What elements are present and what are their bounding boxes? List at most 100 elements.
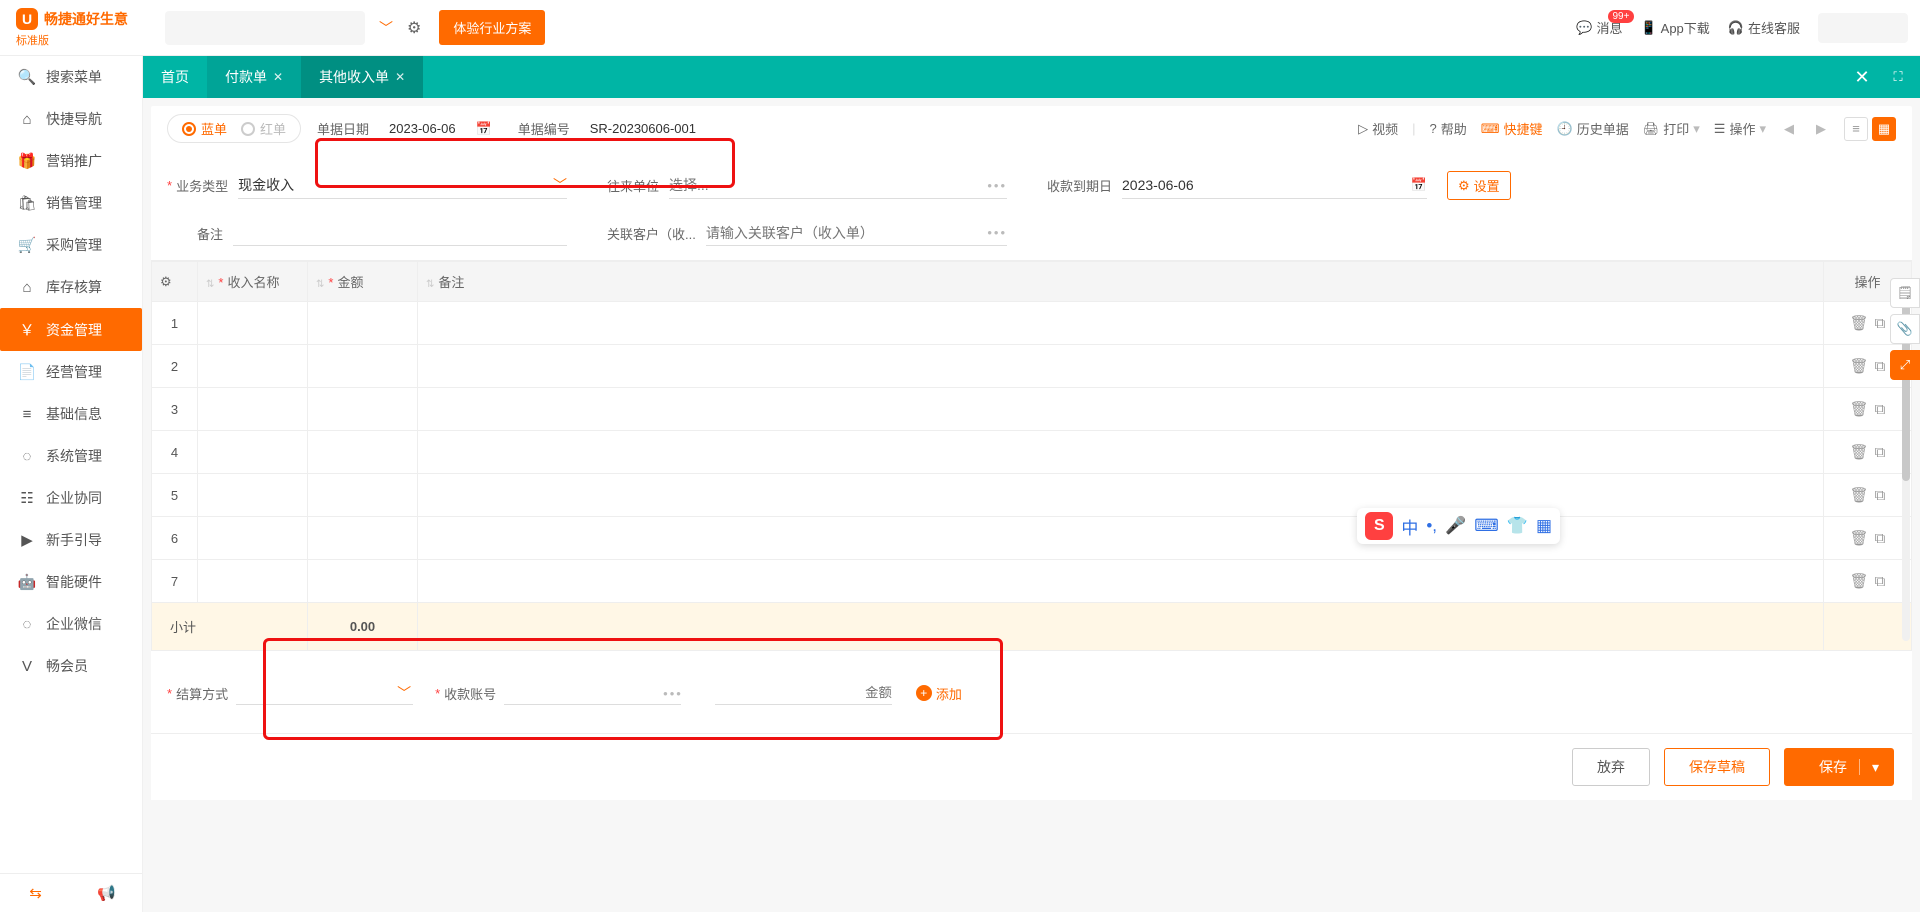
cell-amount[interactable]: [308, 345, 418, 388]
rel-customer-input[interactable]: [706, 225, 988, 241]
sidebar-item-12[interactable]: 🤖智能硬件: [0, 561, 142, 603]
shortcut-link[interactable]: ⌨快捷键: [1481, 119, 1543, 138]
cell-name[interactable]: [198, 517, 308, 560]
calendar-icon[interactable]: 📅: [476, 121, 492, 137]
copy-row-icon[interactable]: ⧉: [1875, 487, 1886, 504]
cell-remark[interactable]: [418, 345, 1824, 388]
copy-row-icon[interactable]: ⧉: [1875, 530, 1886, 547]
settle-amount-input[interactable]: [715, 681, 892, 705]
sort-icon[interactable]: ⇅: [206, 279, 214, 290]
copy-row-icon[interactable]: ⧉: [1875, 401, 1886, 418]
cell-remark[interactable]: [418, 560, 1824, 603]
remark-input[interactable]: [233, 225, 567, 241]
gear-icon[interactable]: ⚙: [407, 18, 421, 38]
sidebar-item-7[interactable]: 📄经营管理: [0, 351, 142, 393]
delete-row-icon[interactable]: 🗑: [1850, 530, 1869, 547]
cell-amount[interactable]: [308, 560, 418, 603]
more-icon[interactable]: •••: [987, 178, 1007, 193]
add-settlement-button[interactable]: + 添加: [916, 684, 962, 703]
sidebar-item-1[interactable]: ⌂快捷导航: [0, 98, 142, 140]
copy-row-icon[interactable]: ⧉: [1875, 444, 1886, 461]
delete-row-icon[interactable]: 🗑: [1850, 573, 1869, 590]
prev-icon[interactable]: ◀: [1780, 121, 1798, 137]
cell-remark[interactable]: [418, 431, 1824, 474]
help-link[interactable]: ?帮助: [1430, 119, 1467, 138]
table-row[interactable]: 6🗑⧉: [152, 517, 1912, 560]
ime-lang[interactable]: 中: [1401, 514, 1418, 539]
copy-row-icon[interactable]: ⧉: [1875, 315, 1886, 332]
due-date-input[interactable]: [1122, 177, 1407, 193]
delete-row-icon[interactable]: 🗑: [1850, 315, 1869, 332]
expand-panel-icon[interactable]: ⤢: [1890, 350, 1920, 380]
chevron-down-icon[interactable]: ﹀: [397, 683, 411, 703]
table-row[interactable]: 4🗑⧉: [152, 431, 1912, 474]
biz-type-select[interactable]: [238, 177, 553, 193]
sidebar-item-8[interactable]: ≡基础信息: [0, 393, 142, 435]
settle-method-input[interactable]: [236, 681, 413, 705]
more-icon[interactable]: •••: [663, 686, 683, 701]
org-selector[interactable]: [165, 11, 365, 45]
copy-row-icon[interactable]: ⧉: [1875, 573, 1886, 590]
close-icon[interactable]: ✕: [395, 70, 405, 84]
sidebar-item-9[interactable]: ◌系统管理: [0, 435, 142, 477]
save-draft-button[interactable]: 保存草稿: [1664, 748, 1770, 786]
chevron-down-icon[interactable]: ﹀: [379, 18, 393, 38]
sidebar-item-11[interactable]: ▶新手引导: [0, 519, 142, 561]
save-button[interactable]: 保存 ▾: [1784, 748, 1894, 786]
cell-amount[interactable]: [308, 517, 418, 560]
chevron-down-icon[interactable]: ﹀: [553, 175, 567, 195]
ime-toolbox-icon[interactable]: ▦: [1536, 516, 1552, 536]
cell-name[interactable]: [198, 431, 308, 474]
view-card-icon[interactable]: ▦: [1872, 117, 1896, 141]
experience-button[interactable]: 体验行业方案: [439, 10, 545, 45]
sidebar-footer-right[interactable]: 📢: [71, 874, 142, 912]
cell-name[interactable]: [198, 302, 308, 345]
close-tab-button[interactable]: ✕: [1848, 63, 1876, 91]
sidebar-item-3[interactable]: 🛍销售管理: [0, 182, 142, 224]
doc-date-value[interactable]: 2023-06-06: [389, 121, 456, 136]
ime-bar[interactable]: S 中 •, 🎤 ⌨ 👕 ▦: [1357, 508, 1560, 544]
radio-blue[interactable]: 蓝单: [182, 119, 227, 138]
cell-amount[interactable]: [308, 388, 418, 431]
table-row[interactable]: 5🗑⧉: [152, 474, 1912, 517]
messages-link[interactable]: 💬 消息 99+: [1576, 18, 1622, 37]
ime-keyboard-icon[interactable]: ⌨: [1474, 516, 1499, 536]
sidebar-item-13[interactable]: ◌企业微信: [0, 603, 142, 645]
ops-link[interactable]: ☰操作▾: [1714, 119, 1766, 138]
party-input[interactable]: [669, 177, 987, 193]
sidebar-item-10[interactable]: ☷企业协同: [0, 477, 142, 519]
ime-mic-icon[interactable]: 🎤: [1445, 516, 1466, 536]
app-download-link[interactable]: 📱 App下载: [1640, 18, 1709, 37]
expand-icon[interactable]: ⛶: [1884, 63, 1912, 91]
user-menu[interactable]: [1818, 13, 1908, 43]
calendar-icon[interactable]: 📅: [1411, 177, 1427, 193]
cell-amount[interactable]: [308, 302, 418, 345]
settings-button[interactable]: ⚙ 设置: [1447, 171, 1511, 200]
grid-settings-header[interactable]: ⚙: [152, 262, 198, 302]
table-row[interactable]: 3🗑⧉: [152, 388, 1912, 431]
delete-row-icon[interactable]: 🗑: [1850, 487, 1869, 504]
discard-button[interactable]: 放弃: [1572, 748, 1650, 786]
tab-2[interactable]: 其他收入单✕: [301, 56, 423, 98]
cell-remark[interactable]: [418, 388, 1824, 431]
table-row[interactable]: 1🗑⧉: [152, 302, 1912, 345]
tab-0[interactable]: 首页: [143, 56, 207, 98]
cell-remark[interactable]: [418, 474, 1824, 517]
cell-amount[interactable]: [308, 431, 418, 474]
radio-red[interactable]: 红单: [241, 119, 286, 138]
print-link[interactable]: 🖨打印▾: [1643, 119, 1700, 138]
sidebar-item-0[interactable]: 🔍搜索菜单: [0, 56, 142, 98]
cell-amount[interactable]: [308, 474, 418, 517]
table-row[interactable]: 2🗑⧉: [152, 345, 1912, 388]
sort-icon[interactable]: ⇅: [316, 279, 324, 290]
delete-row-icon[interactable]: 🗑: [1850, 444, 1869, 461]
cell-name[interactable]: [198, 474, 308, 517]
ime-punct-icon[interactable]: •,: [1426, 516, 1437, 536]
ime-skin-icon[interactable]: 👕: [1507, 516, 1528, 536]
cell-name[interactable]: [198, 560, 308, 603]
delete-row-icon[interactable]: 🗑: [1850, 401, 1869, 418]
cell-name[interactable]: [198, 388, 308, 431]
attach-icon[interactable]: 📎: [1890, 314, 1920, 344]
history-link[interactable]: 🕘历史单据: [1557, 119, 1629, 138]
cell-remark[interactable]: [418, 517, 1824, 560]
